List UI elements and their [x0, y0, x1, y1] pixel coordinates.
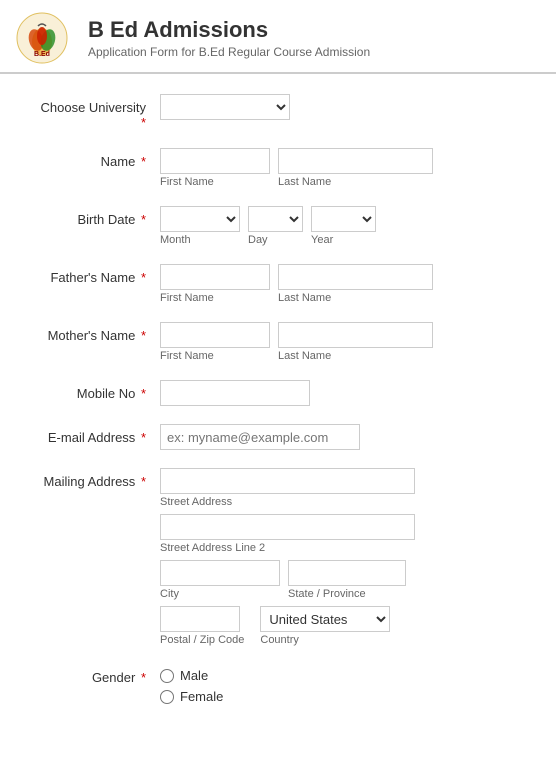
- gender-female-radio[interactable]: [160, 690, 174, 704]
- birth-month-select[interactable]: [160, 206, 240, 232]
- fathers-last-group: Last Name: [278, 264, 433, 304]
- gender-options: Male Female: [160, 664, 526, 704]
- mailing-address-controls: Street Address Street Address Line 2 Cit…: [160, 468, 526, 646]
- university-controls: [160, 94, 526, 120]
- fathers-first-input[interactable]: [160, 264, 270, 290]
- street-group: Street Address: [160, 468, 526, 508]
- header-text-group: B Ed Admissions Application Form for B.E…: [88, 17, 370, 59]
- last-name-input[interactable]: [278, 148, 433, 174]
- country-sublabel: Country: [260, 634, 390, 646]
- birth-day-group: Day: [248, 206, 303, 246]
- mobile-controls: 9210012312: [160, 380, 526, 406]
- state-group: State / Province: [288, 560, 406, 600]
- mailing-address-label: Mailing Address *: [30, 468, 160, 489]
- mothers-name-controls: First Name Last Name: [160, 322, 526, 362]
- mothers-first-sublabel: First Name: [160, 350, 270, 362]
- birth-year-sublabel: Year: [311, 234, 376, 246]
- university-row: Choose University *: [30, 94, 526, 130]
- city-input[interactable]: [160, 560, 280, 586]
- first-name-input[interactable]: [160, 148, 270, 174]
- university-select[interactable]: [160, 94, 290, 120]
- fathers-name-controls: First Name Last Name: [160, 264, 526, 304]
- fathers-name-row: Father's Name * First Name Last Name: [30, 264, 526, 304]
- email-controls: [160, 424, 526, 450]
- zip-sublabel: Postal / Zip Code: [160, 634, 244, 646]
- logo-icon: B.Ed: [16, 12, 68, 64]
- name-controls: First Name Last Name: [160, 148, 526, 188]
- gender-row: Gender * Male Female: [30, 664, 526, 704]
- gender-male-radio[interactable]: [160, 669, 174, 683]
- university-label: Choose University *: [30, 94, 160, 130]
- birth-day-sublabel: Day: [248, 234, 303, 246]
- street2-input[interactable]: [160, 514, 415, 540]
- fathers-first-group: First Name: [160, 264, 270, 304]
- birth-year-group: Year: [311, 206, 376, 246]
- gender-female-option[interactable]: Female: [160, 689, 526, 704]
- gender-controls: Male Female: [160, 664, 526, 704]
- name-label: Name *: [30, 148, 160, 169]
- email-row: E-mail Address *: [30, 424, 526, 450]
- mothers-first-group: First Name: [160, 322, 270, 362]
- birthdate-row: Birth Date * Month Day: [30, 206, 526, 246]
- page-header: B.Ed B Ed Admissions Application Form fo…: [0, 0, 556, 73]
- gender-male-option[interactable]: Male: [160, 668, 526, 683]
- application-form: Choose University * Name * First Name La…: [0, 84, 556, 742]
- mothers-last-group: Last Name: [278, 322, 433, 362]
- gender-female-label: Female: [180, 689, 223, 704]
- mothers-last-input[interactable]: [278, 322, 433, 348]
- street-sublabel: Street Address: [160, 496, 526, 508]
- birthdate-label: Birth Date *: [30, 206, 160, 227]
- mothers-first-input[interactable]: [160, 322, 270, 348]
- country-select[interactable]: United States India United Kingdom Canad…: [260, 606, 390, 632]
- fathers-first-sublabel: First Name: [160, 292, 270, 304]
- birth-day-select[interactable]: [248, 206, 303, 232]
- birthdate-controls: Month Day Year: [160, 206, 526, 246]
- zip-input[interactable]: [160, 606, 240, 632]
- last-name-group: Last Name: [278, 148, 433, 188]
- birth-year-select[interactable]: [311, 206, 376, 232]
- email-input[interactable]: [160, 424, 360, 450]
- zip-group: Postal / Zip Code: [160, 606, 244, 646]
- last-name-sublabel: Last Name: [278, 176, 433, 188]
- mothers-last-sublabel: Last Name: [278, 350, 433, 362]
- mailing-address-row: Mailing Address * Street Address Street …: [30, 468, 526, 646]
- birth-month-sublabel: Month: [160, 234, 240, 246]
- first-name-group: First Name: [160, 148, 270, 188]
- mothers-name-row: Mother's Name * First Name Last Name: [30, 322, 526, 362]
- title-text: B Ed Admissions: [88, 17, 268, 43]
- state-sublabel: State / Province: [288, 588, 406, 600]
- mobile-row: Mobile No * 9210012312: [30, 380, 526, 406]
- mothers-name-label: Mother's Name *: [30, 322, 160, 343]
- street2-group: Street Address Line 2: [160, 514, 526, 554]
- country-group: United States India United Kingdom Canad…: [260, 606, 390, 646]
- header-divider: [0, 73, 556, 74]
- city-group: City: [160, 560, 280, 600]
- page-subtitle: Application Form for B.Ed Regular Course…: [88, 45, 370, 59]
- logo: B.Ed: [16, 12, 68, 64]
- svg-text:B.Ed: B.Ed: [34, 51, 50, 58]
- gender-label: Gender *: [30, 664, 160, 685]
- first-name-sublabel: First Name: [160, 176, 270, 188]
- gender-male-label: Male: [180, 668, 208, 683]
- email-label: E-mail Address *: [30, 424, 160, 445]
- page-title: B Ed Admissions: [88, 17, 370, 43]
- fathers-last-sublabel: Last Name: [278, 292, 433, 304]
- city-sublabel: City: [160, 588, 280, 600]
- birth-month-group: Month: [160, 206, 240, 246]
- street-input[interactable]: [160, 468, 415, 494]
- fathers-name-label: Father's Name *: [30, 264, 160, 285]
- fathers-last-input[interactable]: [278, 264, 433, 290]
- state-input[interactable]: [288, 560, 406, 586]
- name-row: Name * First Name Last Name: [30, 148, 526, 188]
- mobile-input[interactable]: 9210012312: [160, 380, 310, 406]
- mobile-label: Mobile No *: [30, 380, 160, 401]
- street2-sublabel: Street Address Line 2: [160, 542, 526, 554]
